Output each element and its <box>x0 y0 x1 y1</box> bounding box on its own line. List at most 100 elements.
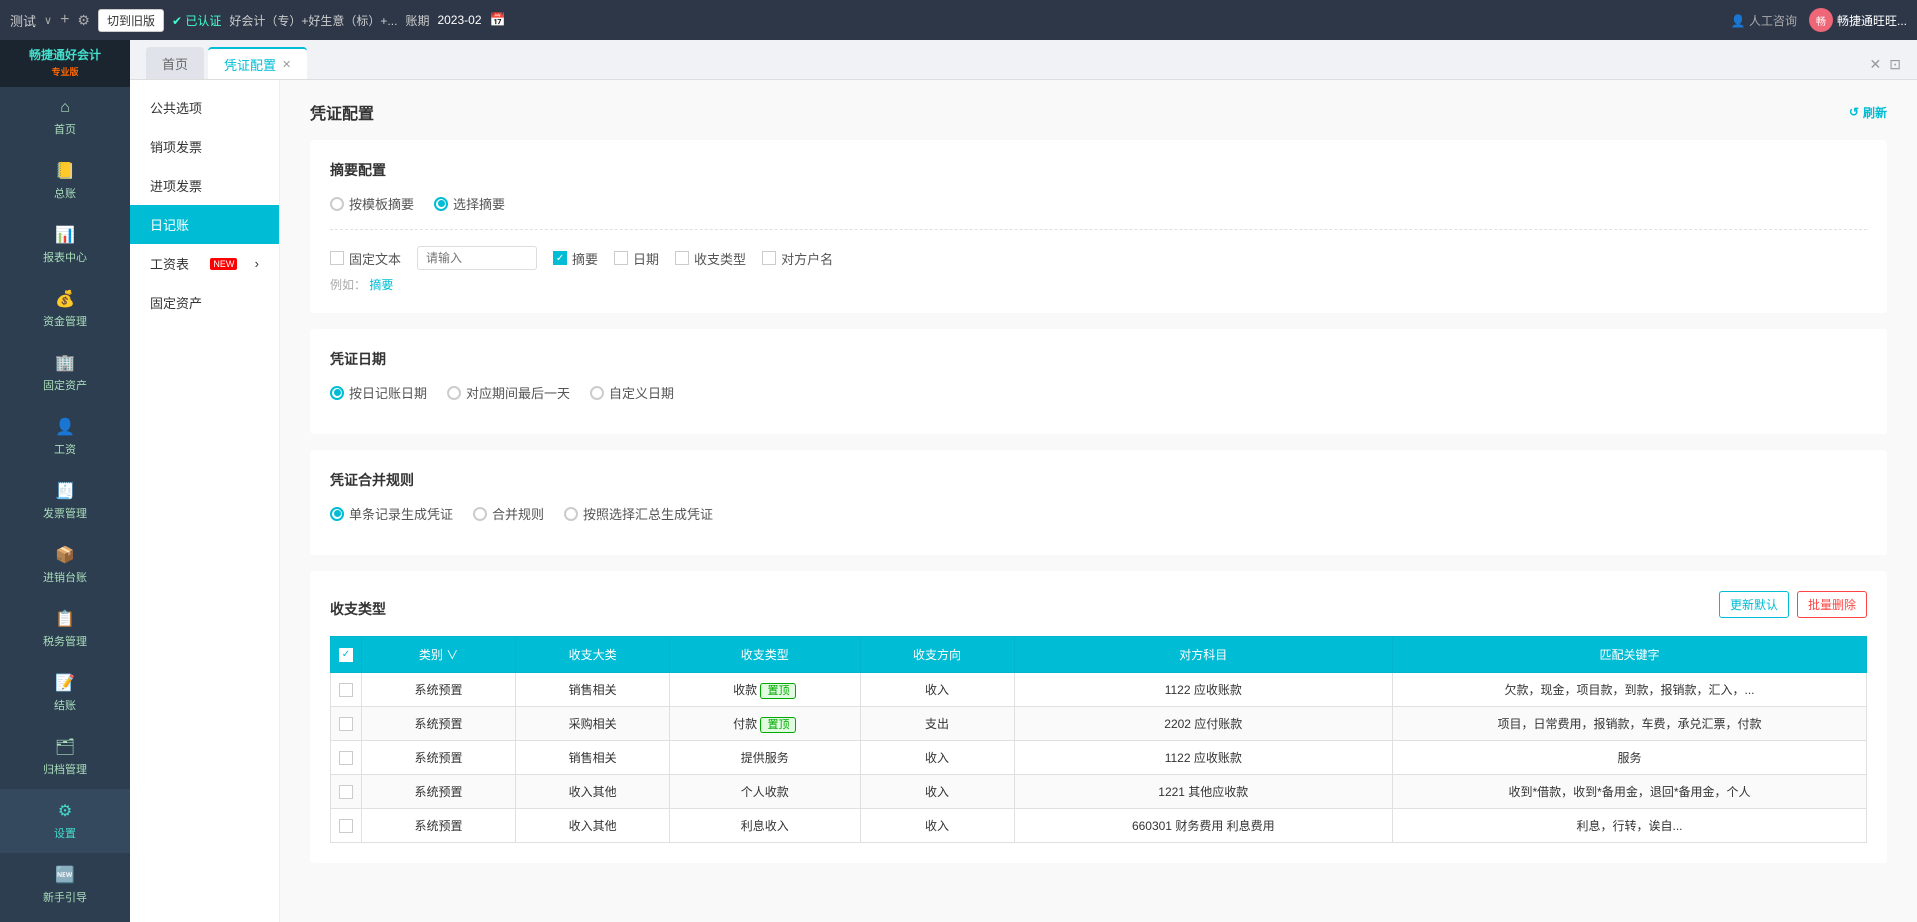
sidebar-item-label: 结账 <box>54 697 76 713</box>
tab-voucher-config[interactable]: 凭证配置 ✕ <box>208 47 307 79</box>
divider <box>330 229 1867 230</box>
tab-close-icon[interactable]: ✕ <box>282 58 291 71</box>
td-type: 个人收款 <box>670 775 860 809</box>
radio-period-last-day[interactable]: 对应期间最后一天 <box>447 383 570 402</box>
refresh-button[interactable]: ↺ 刷新 <box>1849 104 1887 121</box>
sidebar-item-tax[interactable]: 📋 税务管理 <box>0 597 130 661</box>
top-badge[interactable]: 置顶 <box>760 683 796 699</box>
close-window-icon[interactable]: ✕ <box>1870 56 1882 73</box>
user-area[interactable]: 畅 畅捷通旺旺... <box>1809 8 1907 32</box>
settings-icon: ⚙ <box>58 801 72 821</box>
td-direction: 收入 <box>860 673 1014 707</box>
sidebar-item-label: 首页 <box>54 121 76 137</box>
td-checkbox[interactable] <box>331 809 362 843</box>
update-default-button[interactable]: 更新默认 <box>1719 591 1789 618</box>
summary-config-title: 摘要配置 <box>330 160 1867 180</box>
fixed-text-input[interactable] <box>417 246 537 270</box>
td-checkbox[interactable] <box>331 673 362 707</box>
radio-single-record[interactable]: 单条记录生成凭证 <box>330 504 453 523</box>
sidebar-item-finance[interactable]: 💰 资金管理 <box>0 277 130 341</box>
tab-voucher-label: 凭证配置 <box>224 55 276 74</box>
th-checkbox[interactable]: ✓ <box>331 637 362 673</box>
sidebar-item-archive[interactable]: 🗂 归档管理 <box>0 725 130 789</box>
td-checkbox[interactable] <box>331 741 362 775</box>
tab-bar: 首页 凭证配置 ✕ ✕ ⊡ <box>130 40 1917 80</box>
td-major-type: 销售相关 <box>516 673 670 707</box>
expand-window-icon[interactable]: ⊡ <box>1889 56 1901 73</box>
sidebar-item-label: 设置 <box>54 825 76 841</box>
radio-aggregate-label: 按照选择汇总生成凭证 <box>583 504 713 523</box>
td-account: 2202 应付账款 <box>1014 707 1392 741</box>
th-type: 收支类型 <box>670 637 860 673</box>
left-menu-item-purchase-invoice[interactable]: 进项发票 <box>130 166 279 205</box>
sidebar-item-reports[interactable]: 📊 报表中心 <box>0 213 130 277</box>
th-category: 类别 ∨ <box>362 637 516 673</box>
left-menu-item-sales-invoice[interactable]: 销项发票 <box>130 127 279 166</box>
th-direction: 收支方向 <box>860 637 1014 673</box>
left-menu-item-journal[interactable]: 日记账 <box>130 205 279 244</box>
td-major-type: 销售相关 <box>516 741 670 775</box>
sidebar-item-member[interactable]: ♛ 畅会员 <box>0 917 130 922</box>
checkbox-counterpart-box <box>762 251 776 265</box>
batch-delete-button[interactable]: 批量删除 <box>1797 591 1867 618</box>
td-checkbox[interactable] <box>331 775 362 809</box>
switch-version-button[interactable]: 切到旧版 <box>98 9 164 32</box>
radio-select-summary[interactable]: 选择摘要 <box>434 194 505 213</box>
example-value: 摘要 <box>369 278 393 292</box>
radio-circle-period <box>447 386 461 400</box>
radio-dot-single <box>334 510 341 517</box>
sidebar-item-home[interactable]: ⌂ 首页 <box>0 87 130 149</box>
td-account: 1122 应收账款 <box>1014 741 1392 775</box>
radio-template-summary[interactable]: 按模板摘要 <box>330 194 414 213</box>
checkbox-fixed-text[interactable]: 固定文本 <box>330 249 401 268</box>
reports-icon: 📊 <box>55 225 75 245</box>
fixed-text-label: 固定文本 <box>349 249 401 268</box>
tab-home-label: 首页 <box>162 54 188 73</box>
left-menu-item-payroll[interactable]: 工资表 NEW › <box>130 244 279 283</box>
checkbox-summary[interactable]: ✓ 摘要 <box>553 249 598 268</box>
sidebar-item-label: 报表中心 <box>43 249 87 265</box>
table-action-btns: 更新默认 批量删除 <box>1719 591 1867 618</box>
chevron-right-icon: › <box>255 256 259 271</box>
left-menu-item-fixed-assets[interactable]: 固定资产 <box>130 283 279 322</box>
sidebar-item-inventory[interactable]: 📦 进销台账 <box>0 533 130 597</box>
sidebar-item-invoice[interactable]: 🧾 发票管理 <box>0 469 130 533</box>
td-checkbox[interactable] <box>331 707 362 741</box>
checkbox-type[interactable]: 收支类型 <box>675 249 746 268</box>
checkbox-type-box <box>675 251 689 265</box>
sidebar-item-close[interactable]: 📝 结账 <box>0 661 130 725</box>
td-direction: 支出 <box>860 707 1014 741</box>
sidebar-item-ledger[interactable]: 📒 总账 <box>0 149 130 213</box>
finance-icon: 💰 <box>55 289 75 309</box>
left-menu-item-public[interactable]: 公共选项 <box>130 88 279 127</box>
sidebar-item-settings[interactable]: ⚙ 设置 <box>0 789 130 853</box>
tab-home[interactable]: 首页 <box>146 47 204 79</box>
top-badge[interactable]: 置顶 <box>760 717 796 733</box>
radio-custom-date[interactable]: 自定义日期 <box>590 383 674 402</box>
add-icon[interactable]: + <box>60 11 69 29</box>
invoice-icon: 🧾 <box>55 481 75 501</box>
radio-journal-date[interactable]: 按日记账日期 <box>330 383 427 402</box>
gear-icon[interactable]: ⚙ <box>77 12 90 29</box>
left-menu-fixed-assets-label: 固定资产 <box>150 293 202 312</box>
sidebar: 畅捷通好会计专业版 ⌂ 首页 📒 总账 📊 报表中心 💰 资金管理 🏢 固定资产… <box>0 40 130 922</box>
td-keywords: 利息，行转，诶自... <box>1393 809 1867 843</box>
checkbox-date[interactable]: 日期 <box>614 249 659 268</box>
radio-circle-template <box>330 197 344 211</box>
checkbox-counterpart[interactable]: 对方户名 <box>762 249 833 268</box>
sidebar-item-payroll[interactable]: 👤 工资 <box>0 405 130 469</box>
radio-circle-single <box>330 507 344 521</box>
td-keywords: 欠款，现金，项目款，到款，报销款，汇入，... <box>1393 673 1867 707</box>
chevron-icon[interactable]: ∨ <box>44 14 52 27</box>
sidebar-item-guide[interactable]: 🆕 新手引导 <box>0 853 130 917</box>
radio-merge-rules[interactable]: 合并规则 <box>473 504 544 523</box>
radio-merge-label: 合并规则 <box>492 504 544 523</box>
service-label[interactable]: 👤 人工咨询 <box>1731 12 1797 29</box>
left-menu-payroll-label: 工资表 <box>150 254 189 273</box>
sidebar-item-assets[interactable]: 🏢 固定资产 <box>0 341 130 405</box>
user-name: 畅捷通旺旺... <box>1837 12 1907 29</box>
radio-aggregate[interactable]: 按照选择汇总生成凭证 <box>564 504 713 523</box>
calendar-icon[interactable]: 📅 <box>490 12 506 28</box>
voucher-date-title: 凭证日期 <box>330 349 1867 369</box>
page-content: 公共选项 销项发票 进项发票 日记账 工资表 NEW › 固定资产 <box>130 80 1917 922</box>
